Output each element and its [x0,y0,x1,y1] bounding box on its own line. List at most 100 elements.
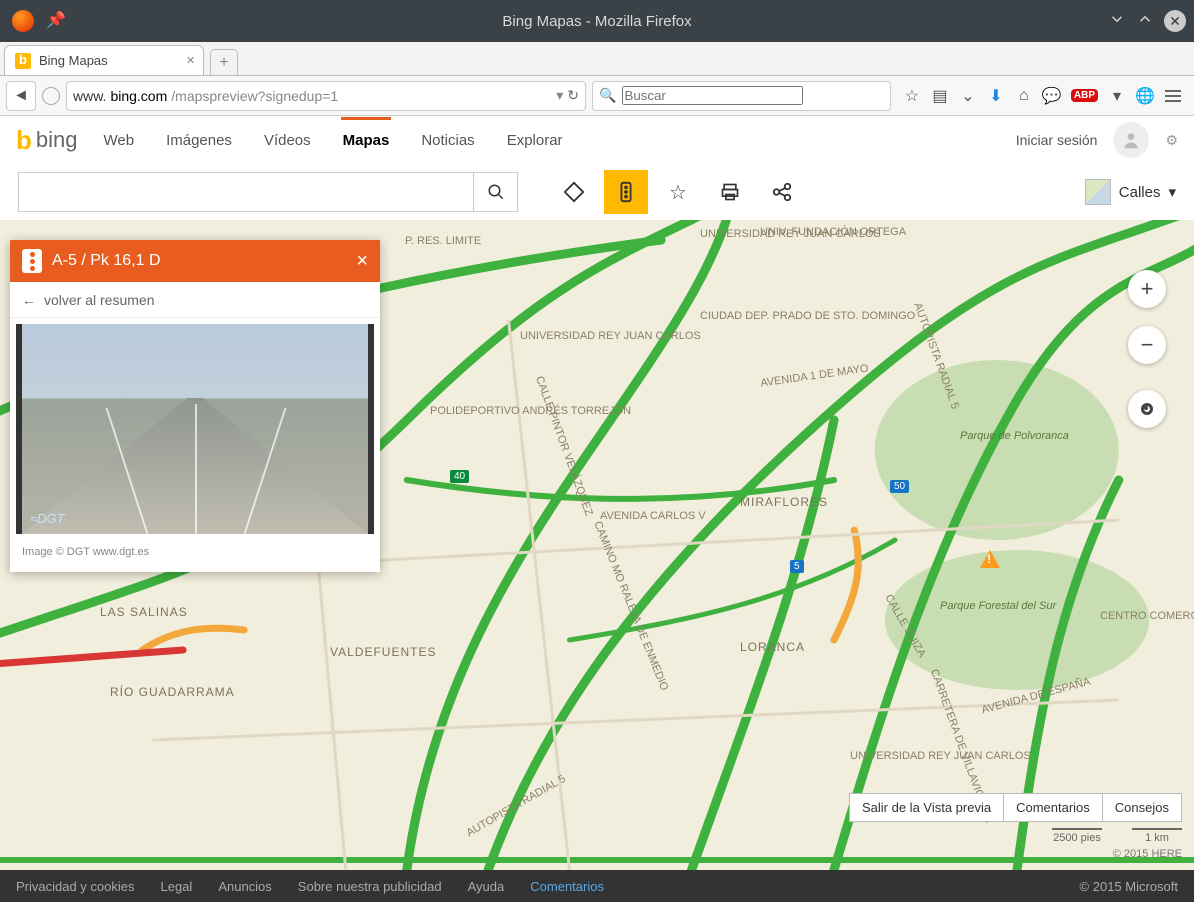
close-card-button[interactable]: × [356,250,368,273]
url-bar[interactable]: www.bing.com/mapspreview?signedup=1 ▾ ↻ [66,81,586,111]
share-button[interactable] [760,170,804,214]
map-overlay-bottom-right: Salir de la Vista previa Comentarios Con… [849,793,1182,860]
zoom-out-button[interactable]: − [1128,326,1166,364]
tab-title: Bing Mapas [39,53,108,68]
bing-favicon-icon [15,53,31,69]
map-search [18,172,518,212]
bing-nav: Web Imágenes Vídeos Mapas Noticias Explo… [101,120,564,161]
nav-videos[interactable]: Vídeos [262,120,313,161]
nav-web[interactable]: Web [101,120,136,161]
avatar-icon[interactable] [1113,122,1149,158]
footer-comments[interactable]: Comentarios [530,879,604,894]
footer-privacy[interactable]: Privacidad y cookies [16,879,135,894]
map-canvas[interactable]: Universidad Rey Juan Carlos Univ. Fundac… [0,220,1194,870]
minimize-button[interactable] [1108,10,1126,33]
overlay-tips-link[interactable]: Consejos [1103,794,1181,821]
toolbar-icons: ☆ ▤ ⌄ ⬇ ⌂ 💬 ABP ▾ 🌐 [897,87,1188,105]
close-window-button[interactable] [1164,10,1186,32]
traffic-camera-card: A-5 / Pk 16,1 D × ← volver al resumen ≈D… [10,240,380,572]
browser-search-input[interactable] [622,86,803,105]
map-label: Parque de Polvoranca [960,430,1069,442]
bookmark-star-icon[interactable]: ☆ [903,87,921,105]
window-title: Bing Mapas - Mozilla Firefox [502,13,691,30]
bing-logo[interactable]: bbing [16,125,77,156]
road-shield: 40 [450,470,469,483]
road-shield: 50 [890,480,909,493]
map-search-button[interactable] [473,173,517,211]
close-tab-button[interactable]: × [186,52,195,69]
url-dropdown-icon[interactable]: ▾ [556,87,563,104]
nav-images[interactable]: Imágenes [164,120,234,161]
new-tab-button[interactable]: + [210,49,238,75]
locate-me-button[interactable] [1128,390,1166,428]
nav-news[interactable]: Noticias [419,120,476,161]
map-label: Ciudad Dep. Prado de Sto. Domingo [700,310,915,322]
reader-icon[interactable]: ▤ [931,87,949,105]
map-label: LAS SALINAS [100,605,188,619]
chat-icon[interactable]: 💬 [1043,87,1061,105]
bing-header: bbing Web Imágenes Vídeos Mapas Noticias… [0,116,1194,164]
map-style-picker[interactable]: Calles ▾ [1085,179,1176,205]
chevron-down-icon: ▾ [1168,183,1176,201]
translate-icon[interactable]: 🌐 [1136,87,1154,105]
map-scale: 2500 pies 1 km [849,828,1182,844]
map-label: P. RES. LIMITE [405,235,481,247]
home-icon[interactable]: ⌂ [1015,87,1033,105]
adblock-icon[interactable]: ABP [1071,89,1098,102]
bing-map-toolbar: ☆ Calles ▾ [0,164,1194,220]
card-header: A-5 / Pk 16,1 D × [10,240,380,282]
directions-button[interactable] [552,170,596,214]
signin-link[interactable]: Iniciar sesión [1016,132,1098,148]
nav-explore[interactable]: Explorar [505,120,565,161]
page-footer: Privacidad y cookies Legal Anuncios Sobr… [0,870,1194,902]
card-title: A-5 / Pk 16,1 D [52,252,161,270]
exit-preview-link[interactable]: Salir de la Vista previa [850,794,1004,821]
favorites-button[interactable]: ☆ [656,170,700,214]
camera-credit: Image © DGT www.dgt.es [10,540,380,572]
road-shield: 5 [790,560,804,573]
footer-about-ads[interactable]: Sobre nuestra publicidad [298,879,442,894]
map-copyright-here: © 2015 HERE [849,848,1182,860]
map-label: Universidad Rey Juan Carlos [520,330,701,342]
tab-strip: Bing Mapas × + [0,42,1194,76]
camera-watermark: ≈DGT [30,511,65,526]
back-to-summary-link[interactable]: ← volver al resumen [10,282,380,318]
print-button[interactable] [708,170,752,214]
map-label: Universidad Rey Juan Carlos [850,750,1031,762]
map-label: MIRAFLORES [740,495,828,509]
zoom-in-button[interactable]: + [1128,270,1166,308]
scale-feet: 2500 pies [1052,828,1102,844]
downloads-icon[interactable]: ⬇ [987,87,1005,105]
menu-button[interactable] [1164,87,1182,105]
zoom-controls: + − [1128,270,1166,364]
traffic-button[interactable] [604,170,648,214]
reload-button[interactable]: ↻ [567,87,579,104]
firefox-titlebar: 📌 Bing Mapas - Mozilla Firefox [0,0,1194,42]
pin-icon[interactable]: 📌 [46,10,66,32]
footer-ads[interactable]: Anuncios [218,879,271,894]
map-label: RÍO GUADARRAMA [110,685,235,699]
browser-search[interactable]: 🔍 [592,81,891,111]
map-label: Univ. Fundación Ortega [760,226,906,238]
url-domain: bing.com [110,88,167,104]
back-button[interactable]: ◄ [6,81,36,111]
map-label: Polideportivo Andrés Torrejón [430,405,631,417]
pocket-icon[interactable]: ⌄ [959,87,977,105]
nav-maps[interactable]: Mapas [341,117,392,161]
search-icon: 🔍 [599,87,616,104]
traffic-camera-image: ≈DGT [16,324,374,534]
browser-navbar: ◄ www.bing.com/mapspreview?signedup=1 ▾ … [0,76,1194,116]
map-label: Centro Comercial Arroyosur [1100,610,1194,622]
maximize-button[interactable] [1136,10,1154,33]
footer-help[interactable]: Ayuda [468,879,505,894]
map-label: LORANCA [740,640,805,654]
map-label: VALDEFUENTES [330,645,436,659]
overlay-comments-link[interactable]: Comentarios [1004,794,1103,821]
map-search-input[interactable] [19,173,473,211]
map-style-swatch-icon [1085,179,1111,205]
settings-gear-icon[interactable]: ⚙ [1165,132,1178,149]
dropdown-caret-icon[interactable]: ▾ [1108,87,1126,105]
browser-tab[interactable]: Bing Mapas × [4,45,204,75]
footer-legal[interactable]: Legal [161,879,193,894]
traffic-light-icon [22,249,42,273]
